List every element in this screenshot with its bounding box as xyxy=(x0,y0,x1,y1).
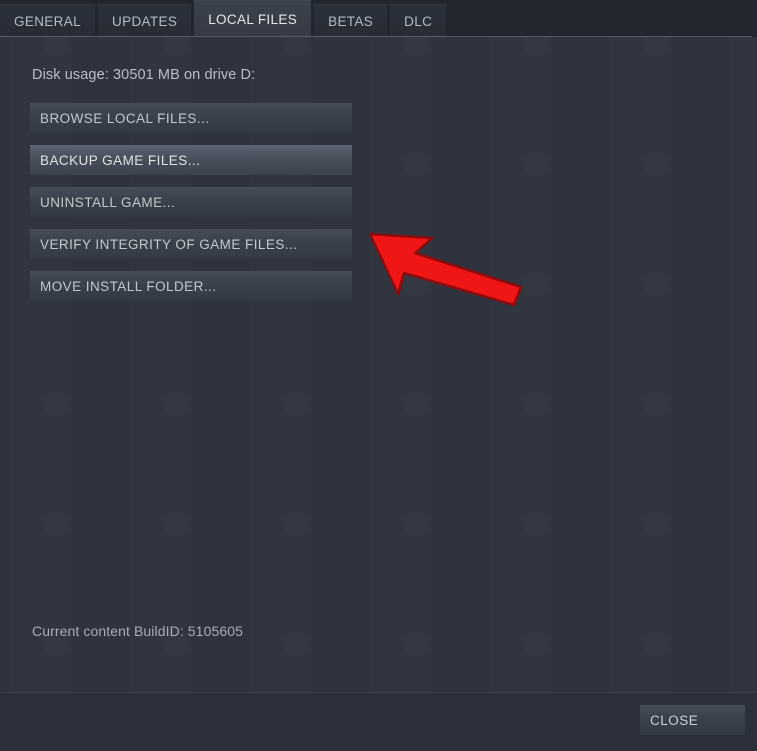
uninstall-game-button[interactable]: UNINSTALL GAME... xyxy=(30,187,352,217)
tab-bar: GENERAL UPDATES LOCAL FILES BETAS DLC xyxy=(0,0,757,37)
browse-local-files-button[interactable]: BROWSE LOCAL FILES... xyxy=(30,103,352,133)
disk-usage-label: Disk usage: 30501 MB on drive D: xyxy=(32,67,256,83)
tab-updates[interactable]: UPDATES xyxy=(97,4,192,37)
tab-local-files[interactable]: LOCAL FILES xyxy=(194,0,312,37)
tab-strip: GENERAL UPDATES LOCAL FILES BETAS DLC xyxy=(0,0,612,37)
tab-dlc[interactable]: DLC xyxy=(390,4,447,37)
close-button[interactable]: CLOSE xyxy=(640,705,745,735)
dialog-footer: CLOSE xyxy=(0,692,757,751)
game-properties-dialog: GENERAL UPDATES LOCAL FILES BETAS DLC Di… xyxy=(0,0,757,751)
local-files-panel: Disk usage: 30501 MB on drive D: BROWSE … xyxy=(0,37,757,692)
move-install-folder-button[interactable]: MOVE INSTALL FOLDER... xyxy=(30,271,352,301)
current-build-id-label: Current content BuildID: 5105605 xyxy=(32,623,243,639)
local-files-action-list: BROWSE LOCAL FILES... BACKUP GAME FILES.… xyxy=(30,103,352,313)
verify-integrity-of-game-files-button[interactable]: VERIFY INTEGRITY OF GAME FILES... xyxy=(30,229,352,259)
backup-game-files-button[interactable]: BACKUP GAME FILES... xyxy=(30,145,352,175)
tab-general[interactable]: GENERAL xyxy=(0,4,95,37)
tab-betas[interactable]: BETAS xyxy=(314,4,388,37)
